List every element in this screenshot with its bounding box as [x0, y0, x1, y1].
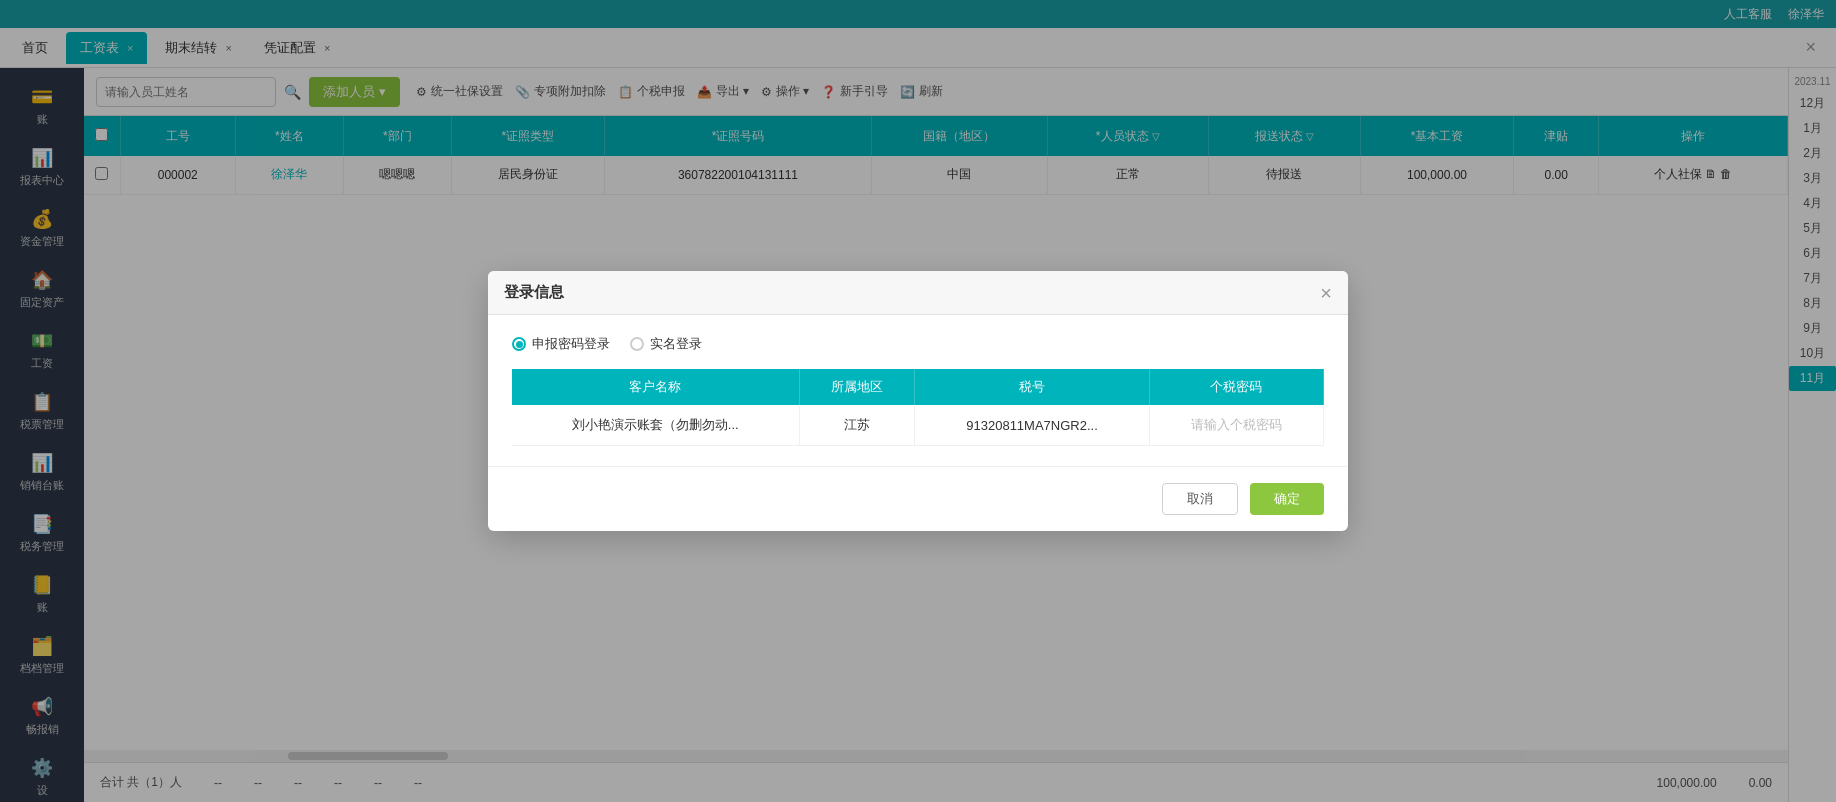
confirm-button[interactable]: 确定 [1250, 483, 1324, 515]
region-cell: 江苏 [799, 405, 915, 445]
radio-realname-label: 实名登录 [650, 335, 702, 353]
radio-password-circle [512, 337, 526, 351]
dialog-table-row: 刘小艳演示账套（勿删勿动... 江苏 91320811MA7NGR2... 请输… [512, 405, 1324, 445]
tax-id-cell: 91320811MA7NGR2... [915, 405, 1150, 445]
cancel-button[interactable]: 取消 [1162, 483, 1238, 515]
dialog-header: 登录信息 × [488, 271, 1348, 315]
dialog-footer: 取消 确定 [488, 466, 1348, 531]
radio-password-login[interactable]: 申报密码登录 [512, 335, 610, 353]
col-tax-password: 个税密码 [1149, 369, 1323, 405]
radio-password-label: 申报密码登录 [532, 335, 610, 353]
dialog-title: 登录信息 [504, 283, 564, 302]
client-name-cell: 刘小艳演示账套（勿删勿动... [512, 405, 799, 445]
dialog-table: 客户名称 所属地区 税号 个税密码 刘小艳演示账套（勿删勿动... 江苏 913… [512, 369, 1324, 446]
login-dialog: 登录信息 × 申报密码登录 实名登录 客户名称 [488, 271, 1348, 531]
col-tax-id: 税号 [915, 369, 1150, 405]
dialog-overlay: 登录信息 × 申报密码登录 实名登录 客户名称 [0, 0, 1836, 802]
dialog-close-button[interactable]: × [1320, 283, 1332, 303]
col-client-name: 客户名称 [512, 369, 799, 405]
dialog-body: 申报密码登录 实名登录 客户名称 所属地区 税号 个税密码 [488, 315, 1348, 466]
radio-group: 申报密码登录 实名登录 [512, 335, 1324, 353]
col-region: 所属地区 [799, 369, 915, 405]
tax-password-input[interactable]: 请输入个税密码 [1149, 405, 1323, 445]
radio-realname-login[interactable]: 实名登录 [630, 335, 702, 353]
dialog-table-header: 客户名称 所属地区 税号 个税密码 [512, 369, 1324, 405]
radio-realname-circle [630, 337, 644, 351]
